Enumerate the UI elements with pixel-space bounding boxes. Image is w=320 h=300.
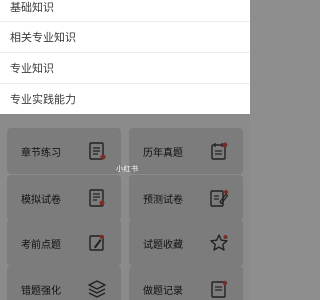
past-exams-card[interactable]: 历年真题 [129, 128, 243, 174]
record-list-icon [209, 279, 229, 299]
card-label: 考前点题 [21, 239, 61, 251]
category-dropdown: 基础知识 相关专业知识 专业知识 专业实践能力 [0, 0, 250, 114]
practice-history-card[interactable]: 做题记录 [129, 266, 243, 300]
dropdown-item-practice-ability[interactable]: 专业实践能力 [0, 84, 250, 114]
pre-exam-tips-card[interactable]: 考前点题 [7, 220, 121, 266]
dropdown-item-basic-knowledge[interactable]: 基础知识 [0, 0, 250, 22]
edit-paper-icon [209, 188, 229, 208]
dropdown-item-related-knowledge[interactable]: 相关专业知识 [0, 22, 250, 52]
document-list-icon [87, 141, 107, 161]
watermark-text: 小红书 [116, 165, 139, 173]
star-icon [209, 233, 229, 253]
mock-exam-card[interactable]: 模拟试卷 [7, 175, 121, 221]
card-label: 做题记录 [143, 285, 183, 297]
exam-paper-icon [87, 188, 107, 208]
favorites-card[interactable]: 试题收藏 [129, 220, 243, 266]
chapter-practice-card[interactable]: 章节练习 [7, 128, 121, 174]
pen-tip-icon [87, 233, 107, 253]
layers-icon [87, 279, 107, 299]
mistakes-review-card[interactable]: 错题强化 [7, 266, 121, 300]
card-label: 模拟试卷 [21, 194, 61, 206]
calendar-notes-icon [209, 141, 229, 161]
card-label: 历年真题 [143, 147, 183, 159]
predicted-exam-card[interactable]: 预测试卷 [129, 175, 243, 221]
card-label: 预测试卷 [143, 194, 183, 206]
card-label: 章节练习 [21, 147, 61, 159]
card-label: 试题收藏 [143, 239, 183, 251]
card-label: 错题强化 [21, 285, 61, 297]
dropdown-item-professional-knowledge[interactable]: 专业知识 [0, 53, 250, 83]
